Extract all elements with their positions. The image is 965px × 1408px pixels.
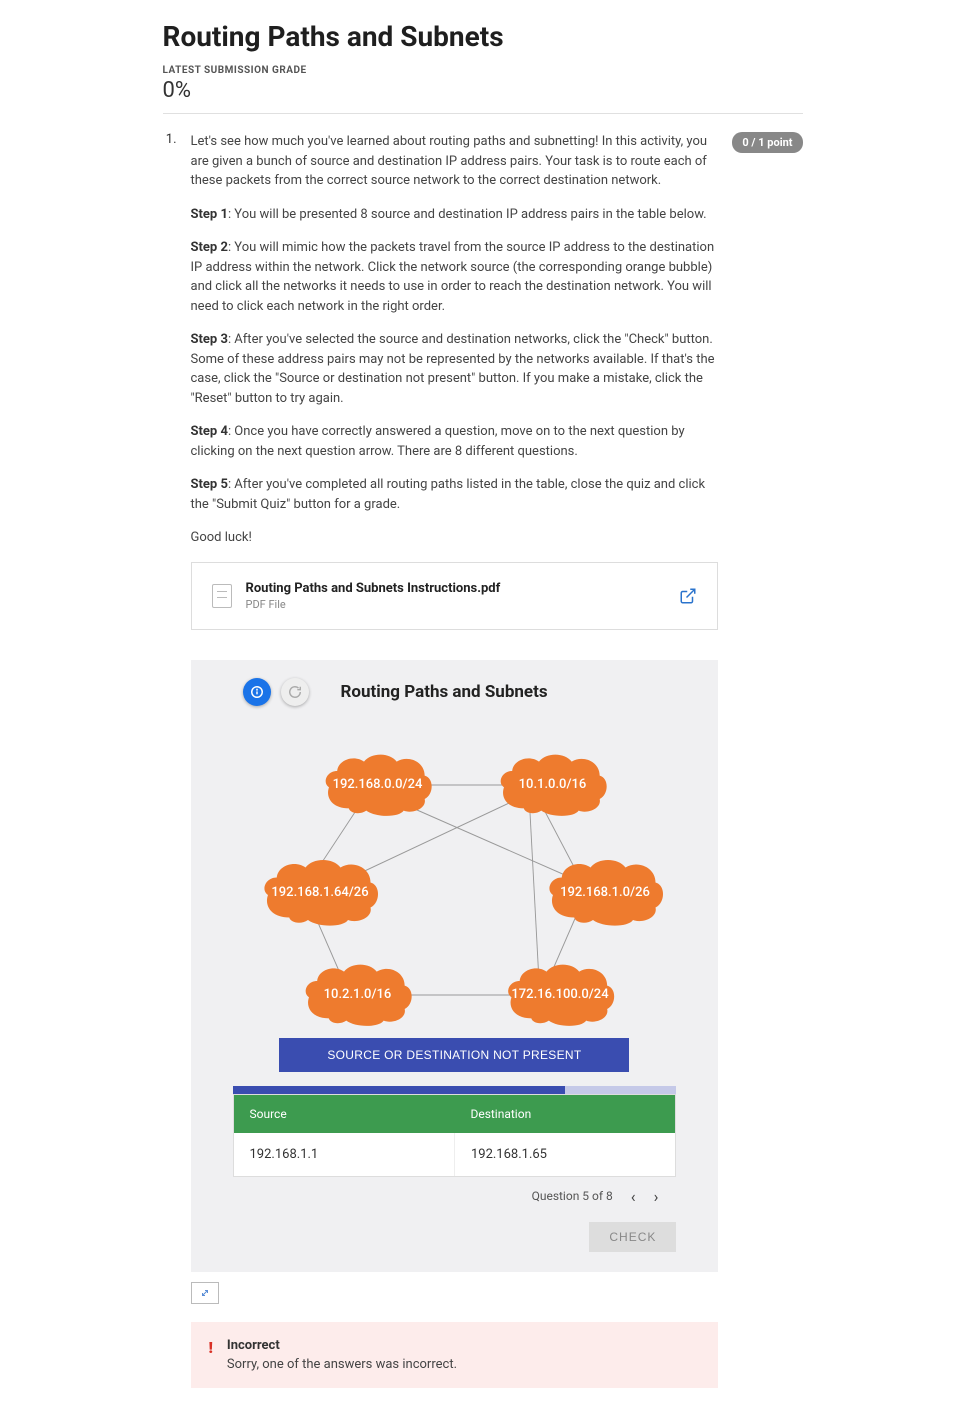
pager: Question 5 of 8 ‹ › xyxy=(233,1177,677,1216)
table-header-source: Source xyxy=(234,1095,455,1133)
network-node-1[interactable]: 10.1.0.0/16 xyxy=(478,750,628,820)
step-4: Step 4: Once you have correctly answered… xyxy=(191,422,719,461)
network-node-4[interactable]: 10.2.1.0/16 xyxy=(283,960,433,1030)
step-1: Step 1: You will be presented 8 source a… xyxy=(191,205,719,225)
feedback-body: Sorry, one of the answers was incorrect. xyxy=(227,1357,457,1372)
instructions: Let's see how much you've learned about … xyxy=(191,132,719,548)
table-cell-source: 192.168.1.1 xyxy=(234,1133,455,1176)
grade-value: 0% xyxy=(163,78,803,103)
check-button[interactable]: CHECK xyxy=(589,1222,676,1252)
info-button[interactable] xyxy=(243,678,271,706)
feedback-panel: ! Incorrect Sorry, one of the answers wa… xyxy=(191,1322,719,1388)
intro-text: Let's see how much you've learned about … xyxy=(191,132,719,191)
incorrect-icon: ! xyxy=(209,1338,213,1357)
question-number: 1. xyxy=(163,132,177,147)
attachment-card[interactable]: Routing Paths and Subnets Instructions.p… xyxy=(191,562,719,630)
network-node-0[interactable]: 192.168.0.0/24 xyxy=(298,750,458,820)
network-diagram: 192.168.0.0/24 10.1.0.0/16 192.168.1.64/… xyxy=(203,720,707,1030)
node-label: 172.16.100.0/24 xyxy=(511,987,608,1002)
pager-text: Question 5 of 8 xyxy=(532,1189,613,1203)
not-present-button[interactable]: SOURCE OR DESTINATION NOT PRESENT xyxy=(279,1038,629,1072)
network-node-3[interactable]: 192.168.1.0/26 xyxy=(523,855,688,930)
progress-fill xyxy=(233,1086,566,1094)
prev-arrow-icon[interactable]: ‹ xyxy=(631,1187,636,1206)
step-3: Step 3: After you've selected the source… xyxy=(191,330,719,408)
feedback-title: Incorrect xyxy=(227,1338,457,1353)
file-name: Routing Paths and Subnets Instructions.p… xyxy=(246,581,666,596)
grade-label: LATEST SUBMISSION GRADE xyxy=(163,65,803,76)
expand-button[interactable] xyxy=(191,1282,219,1304)
divider xyxy=(163,113,803,114)
ip-table: Source Destination 192.168.1.1 192.168.1… xyxy=(233,1094,677,1177)
node-label: 192.168.0.0/24 xyxy=(333,777,423,792)
node-label: 192.168.1.0/26 xyxy=(560,885,650,900)
points-badge: 0 / 1 point xyxy=(732,132,802,153)
open-external-icon[interactable] xyxy=(679,587,697,605)
document-icon xyxy=(212,584,232,608)
node-label: 10.2.1.0/16 xyxy=(324,987,392,1002)
closing-text: Good luck! xyxy=(191,528,719,548)
reset-button[interactable] xyxy=(281,678,309,706)
table-row: 192.168.1.1 192.168.1.65 xyxy=(234,1133,676,1176)
network-node-2[interactable]: 192.168.1.64/26 xyxy=(238,855,403,930)
progress-bar xyxy=(233,1086,677,1094)
table-cell-destination: 192.168.1.65 xyxy=(455,1133,675,1176)
page-title: Routing Paths and Subnets xyxy=(163,20,803,53)
file-type: PDF File xyxy=(246,598,666,611)
step-5: Step 5: After you've completed all routi… xyxy=(191,475,719,514)
node-label: 10.1.0.0/16 xyxy=(519,777,587,792)
next-arrow-icon[interactable]: › xyxy=(654,1187,659,1206)
node-label: 192.168.1.64/26 xyxy=(271,885,368,900)
activity-title: Routing Paths and Subnets xyxy=(341,682,548,702)
step-2: Step 2: You will mimic how the packets t… xyxy=(191,238,719,316)
network-node-5[interactable]: 172.16.100.0/24 xyxy=(478,960,643,1030)
table-header-destination: Destination xyxy=(454,1095,675,1133)
activity-widget: Routing Paths and Subnets xyxy=(191,660,719,1272)
